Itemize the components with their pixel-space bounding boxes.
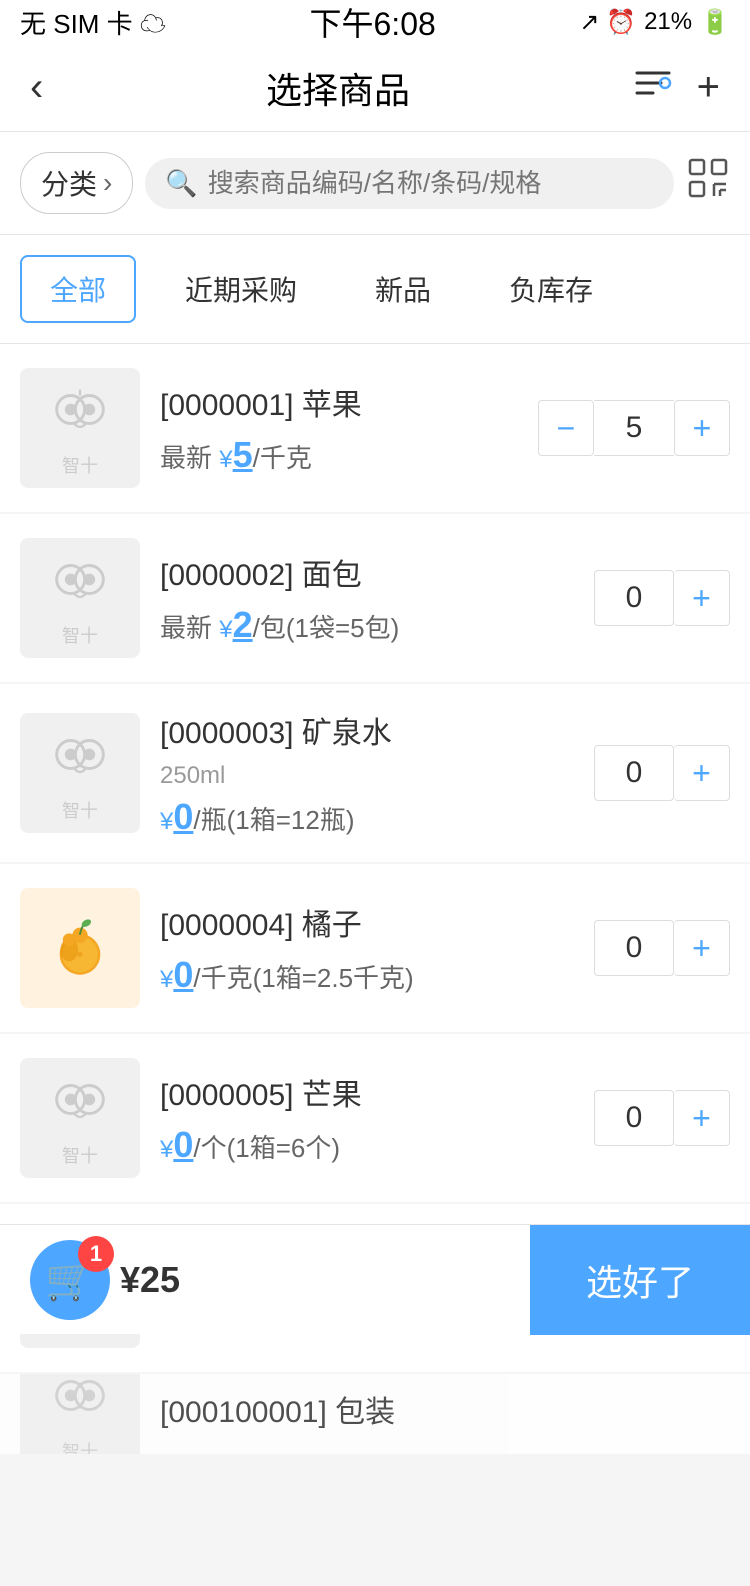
page-title: 选择商品 bbox=[266, 62, 410, 114]
scan-icon[interactable] bbox=[686, 156, 730, 210]
product-price-0000005: ¥0/个(1箱=6个) bbox=[160, 1124, 574, 1166]
qty-control-0000003: + bbox=[594, 745, 730, 801]
confirm-button[interactable]: 选好了 bbox=[530, 1225, 750, 1335]
tab-negative[interactable]: 负库存 bbox=[480, 256, 622, 322]
product-name-0000001: [0000001] 苹果 bbox=[160, 380, 518, 424]
product-image-0000002: 智十 bbox=[20, 538, 140, 658]
nav-bar: ‹ 选择商品 + bbox=[0, 44, 750, 132]
qty-decrement-0000001[interactable]: − bbox=[538, 400, 594, 456]
product-spec-0000003: 250ml bbox=[160, 762, 574, 790]
product-info-0000001: [0000001] 苹果 最新 ¥5/千克 bbox=[160, 380, 518, 476]
product-price-0000001: 最新 ¥5/千克 bbox=[160, 434, 518, 476]
qty-increment-0000001[interactable]: + bbox=[674, 400, 730, 456]
product-item-000100001: 智十 [000100001] 包装 bbox=[0, 1374, 750, 1454]
product-item-0000003: 智十 [0000003] 矿泉水 250ml ¥0/瓶(1箱=12瓶) + bbox=[0, 684, 750, 862]
cart-total: ¥25 bbox=[120, 1259, 180, 1301]
nav-actions: + bbox=[633, 65, 720, 111]
product-info-0000003: [0000003] 矿泉水 250ml ¥0/瓶(1箱=12瓶) bbox=[160, 708, 574, 838]
add-button[interactable]: + bbox=[697, 65, 720, 110]
bottom-bar: 🛒 1 ¥25 选好了 bbox=[0, 1224, 750, 1334]
product-image-0000004 bbox=[20, 888, 140, 1008]
tab-all[interactable]: 全部 bbox=[20, 255, 136, 323]
product-name-0000004: [0000004] 橘子 bbox=[160, 900, 574, 944]
tabs-row: 全部 近期采购 新品 负库存 bbox=[0, 235, 750, 344]
product-price-0000003: ¥0/瓶(1箱=12瓶) bbox=[160, 796, 574, 838]
product-item-0000005: 智十 [0000005] 芒果 ¥0/个(1箱=6个) + bbox=[0, 1034, 750, 1202]
product-image-0000001: 智十 bbox=[20, 368, 140, 488]
qty-increment-0000004[interactable]: + bbox=[674, 920, 730, 976]
qty-increment-0000005[interactable]: + bbox=[674, 1090, 730, 1146]
cart-section: 🛒 1 ¥25 bbox=[0, 1240, 530, 1320]
tab-recent[interactable]: 近期采购 bbox=[156, 256, 326, 322]
status-bar: 无 SIM 卡 ☁ 下午6:08 ↗ ⏰ 21% 🔋 bbox=[0, 0, 750, 44]
status-battery: ↗ ⏰ 21% 🔋 bbox=[579, 8, 730, 37]
product-name-0000005: [0000005] 芒果 bbox=[160, 1070, 574, 1114]
filter-row: 分类 › 🔍 bbox=[0, 132, 750, 235]
qty-control-0000004: + bbox=[594, 920, 730, 976]
cart-badge: 1 bbox=[78, 1236, 114, 1272]
product-name-0000003: [0000003] 矿泉水 bbox=[160, 708, 574, 752]
product-image-0000003: 智十 bbox=[20, 713, 140, 833]
status-time: 下午6:08 bbox=[310, 0, 436, 45]
product-item-0000004: [0000004] 橘子 ¥0/千克(1箱=2.5千克) + bbox=[0, 864, 750, 1032]
product-item-0000002: 智十 [0000002] 面包 最新 ¥2/包(1袋=5包) + bbox=[0, 514, 750, 682]
qty-control-0000002: + bbox=[594, 570, 730, 626]
product-price-0000002: 最新 ¥2/包(1袋=5包) bbox=[160, 604, 574, 646]
qty-control-0000005: + bbox=[594, 1090, 730, 1146]
category-button[interactable]: 分类 › bbox=[20, 152, 133, 214]
product-image-0000005: 智十 bbox=[20, 1058, 140, 1178]
search-icon: 🔍 bbox=[165, 168, 197, 199]
tab-new[interactable]: 新品 bbox=[346, 256, 460, 322]
qty-input-0000004[interactable] bbox=[594, 920, 674, 976]
qty-input-0000001[interactable] bbox=[594, 400, 674, 456]
category-chevron: › bbox=[103, 167, 112, 199]
status-network: 无 SIM 卡 ☁ bbox=[20, 4, 166, 41]
product-info-0000005: [0000005] 芒果 ¥0/个(1箱=6个) bbox=[160, 1070, 574, 1166]
search-wrap: 🔍 bbox=[145, 158, 674, 209]
qty-control-0000001: − + bbox=[538, 400, 730, 456]
qty-input-0000003[interactable] bbox=[594, 745, 674, 801]
product-info-0000004: [0000004] 橘子 ¥0/千克(1箱=2.5千克) bbox=[160, 900, 574, 996]
back-button[interactable]: ‹ bbox=[30, 65, 43, 110]
filter-icon[interactable] bbox=[633, 65, 673, 111]
qty-increment-0000002[interactable]: + bbox=[674, 570, 730, 626]
product-info-0000002: [0000002] 面包 最新 ¥2/包(1袋=5包) bbox=[160, 550, 574, 646]
qty-input-0000005[interactable] bbox=[594, 1090, 674, 1146]
product-info-000100001: [000100001] 包装 bbox=[160, 1387, 730, 1441]
product-image-000100001: 智十 bbox=[20, 1374, 140, 1454]
qty-input-0000002[interactable] bbox=[594, 570, 674, 626]
qty-increment-0000003[interactable]: + bbox=[674, 745, 730, 801]
product-price-0000004: ¥0/千克(1箱=2.5千克) bbox=[160, 954, 574, 996]
product-item-0000001: 智十 [0000001] 苹果 最新 ¥5/千克 − + bbox=[0, 344, 750, 512]
product-name-0000002: [0000002] 面包 bbox=[160, 550, 574, 594]
search-input[interactable] bbox=[208, 168, 654, 199]
product-name-000100001: [000100001] 包装 bbox=[160, 1387, 730, 1431]
cart-button[interactable]: 🛒 1 bbox=[30, 1240, 110, 1320]
